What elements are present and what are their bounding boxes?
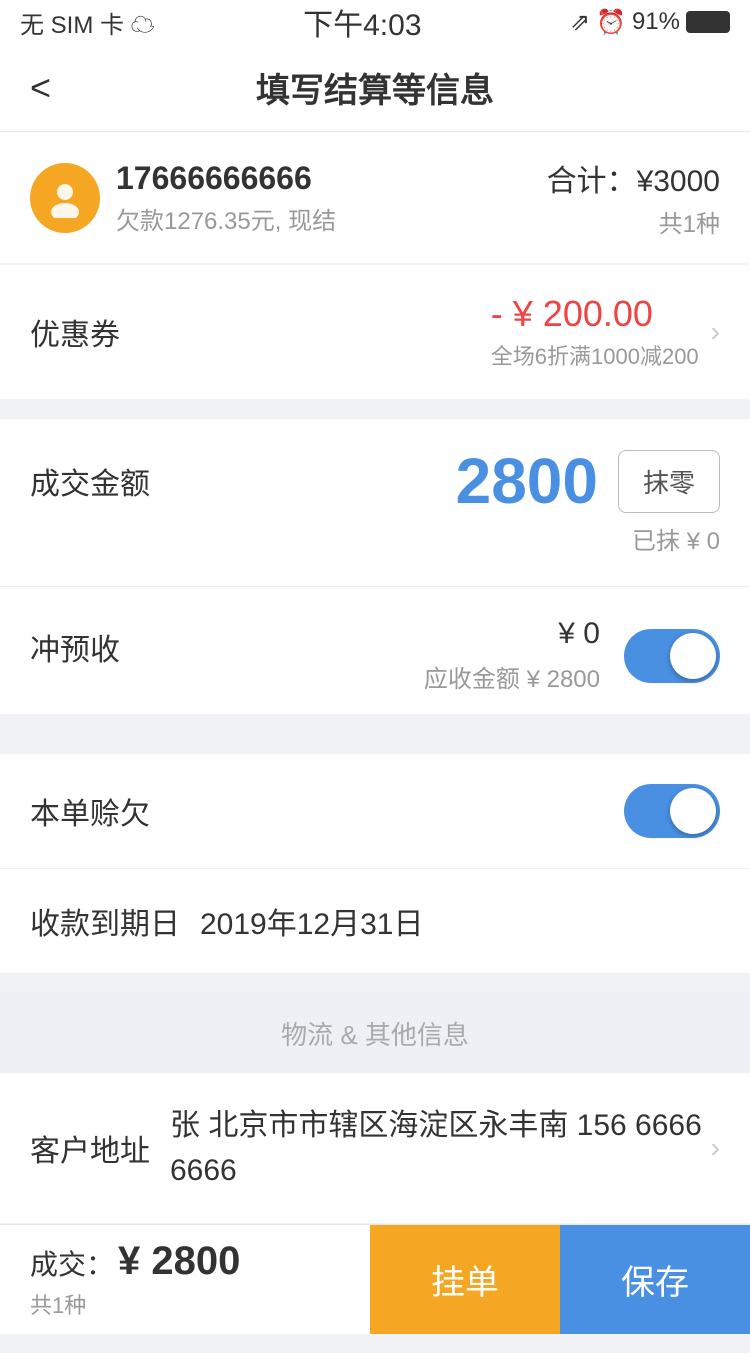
alarm-icon: ⏰ bbox=[596, 8, 626, 37]
section-gap-1 bbox=[0, 399, 750, 419]
pending-button[interactable]: 挂单 bbox=[370, 1225, 560, 1334]
amount-value: 2800 bbox=[456, 449, 598, 513]
page-title: 填写结算等信息 bbox=[256, 63, 494, 112]
coupon-right-info: - ¥ 200.00 全场6折满1000减200 bbox=[491, 293, 699, 371]
precollect-right: ¥ 0 应收金额 ¥ 2800 bbox=[424, 617, 720, 694]
amount-sub: 已抹 ¥ 0 bbox=[30, 521, 720, 556]
coupon-arrow-icon: › bbox=[711, 316, 720, 348]
logistics-label: 物流 & 其他信息 bbox=[281, 1015, 469, 1052]
debit-toggle[interactable] bbox=[624, 784, 720, 838]
customer-phone: 17666666666 bbox=[116, 160, 336, 197]
battery-icon bbox=[686, 11, 730, 33]
address-value: 张 北京市市辖区海淀区永丰南 156 6666 6666 bbox=[170, 1103, 711, 1193]
address-label: 客户地址 bbox=[30, 1126, 150, 1170]
status-right: ⇗ ⏰ 91% bbox=[570, 8, 730, 37]
bottom-amount: ¥ 2800 bbox=[118, 1239, 240, 1284]
customer-row: 17666666666 欠款1276.35元, 现结 合计：¥3000 共1种 bbox=[0, 132, 750, 263]
debit-section: 本单赊欠 bbox=[0, 754, 750, 868]
customer-sub: 欠款1276.35元, 现结 bbox=[116, 201, 336, 236]
customer-right: 合计：¥3000 共1种 bbox=[547, 156, 720, 239]
bottom-buttons: 挂单 保存 bbox=[370, 1225, 750, 1334]
amount-label: 成交金额 bbox=[30, 459, 150, 503]
back-button[interactable]: < bbox=[30, 67, 51, 109]
precollect-row: 冲预收 ¥ 0 应收金额 ¥ 2800 bbox=[30, 617, 720, 694]
bottom-bar: 成交： ¥ 2800 共1种 挂单 保存 bbox=[0, 1224, 750, 1334]
debit-label: 本单赊欠 bbox=[30, 789, 150, 833]
content-area: 17666666666 欠款1276.35元, 现结 合计：¥3000 共1种 … bbox=[0, 132, 750, 1353]
precollect-label: 冲预收 bbox=[30, 617, 120, 669]
precollect-values: ¥ 0 应收金额 ¥ 2800 bbox=[424, 617, 600, 694]
location-icon: ⇗ bbox=[570, 8, 590, 37]
coupon-label: 优惠券 bbox=[30, 310, 120, 354]
battery-label: 91% bbox=[632, 8, 680, 36]
status-time: 下午4:03 bbox=[303, 0, 421, 44]
precollect-section: 冲预收 ¥ 0 应收金额 ¥ 2800 bbox=[0, 586, 750, 714]
bottom-deal-label: 成交： bbox=[30, 1243, 114, 1283]
coupon-discount: - ¥ 200.00 bbox=[491, 293, 699, 335]
customer-left: 17666666666 欠款1276.35元, 现结 bbox=[30, 160, 336, 236]
duedate-row: 收款到期日 2019年12月31日 bbox=[30, 899, 720, 943]
address-arrow-icon: › bbox=[711, 1132, 720, 1164]
total-amount: 合计：¥3000 bbox=[547, 156, 720, 200]
section-gap-2 bbox=[0, 714, 750, 734]
precollect-amount: ¥ 0 bbox=[424, 617, 600, 651]
logistics-text: 物流 & 其他信息 bbox=[265, 1015, 485, 1052]
amount-right: 2800 抹零 bbox=[456, 449, 720, 513]
coupon-desc: 全场6折满1000减200 bbox=[491, 339, 699, 371]
status-left: 无 SIM 卡 ☁ bbox=[20, 5, 155, 40]
precollect-sub: 应收金额 ¥ 2800 bbox=[424, 659, 600, 694]
amount-row: 成交金额 2800 抹零 bbox=[30, 449, 720, 513]
nav-bar: < 填写结算等信息 bbox=[0, 44, 750, 132]
sim-label: 无 SIM 卡 ☁ bbox=[20, 5, 155, 40]
logistics-divider: 物流 & 其他信息 bbox=[0, 993, 750, 1073]
status-bar: 无 SIM 卡 ☁ 下午4:03 ⇗ ⏰ 91% bbox=[0, 0, 750, 44]
round-off-button[interactable]: 抹零 bbox=[618, 450, 720, 513]
bottom-deal-row: 成交： ¥ 2800 bbox=[30, 1239, 340, 1284]
avatar bbox=[30, 163, 100, 233]
precollect-toggle[interactable] bbox=[624, 629, 720, 683]
address-section[interactable]: 客户地址 张 北京市市辖区海淀区永丰南 156 6666 6666 › bbox=[0, 1073, 750, 1223]
duedate-section: 收款到期日 2019年12月31日 bbox=[0, 868, 750, 973]
bottom-info: 成交： ¥ 2800 共1种 bbox=[0, 1239, 370, 1320]
save-button[interactable]: 保存 bbox=[560, 1225, 750, 1334]
bottom-count: 共1种 bbox=[30, 1288, 340, 1320]
total-count: 共1种 bbox=[547, 204, 720, 239]
amount-section: 成交金额 2800 抹零 已抹 ¥ 0 bbox=[0, 419, 750, 586]
customer-info: 17666666666 欠款1276.35元, 现结 bbox=[116, 160, 336, 236]
duedate-label: 收款到期日 bbox=[30, 899, 180, 943]
coupon-row[interactable]: 优惠券 - ¥ 200.00 全场6折满1000减200 › bbox=[0, 265, 750, 399]
duedate-value: 2019年12月31日 bbox=[200, 899, 423, 943]
